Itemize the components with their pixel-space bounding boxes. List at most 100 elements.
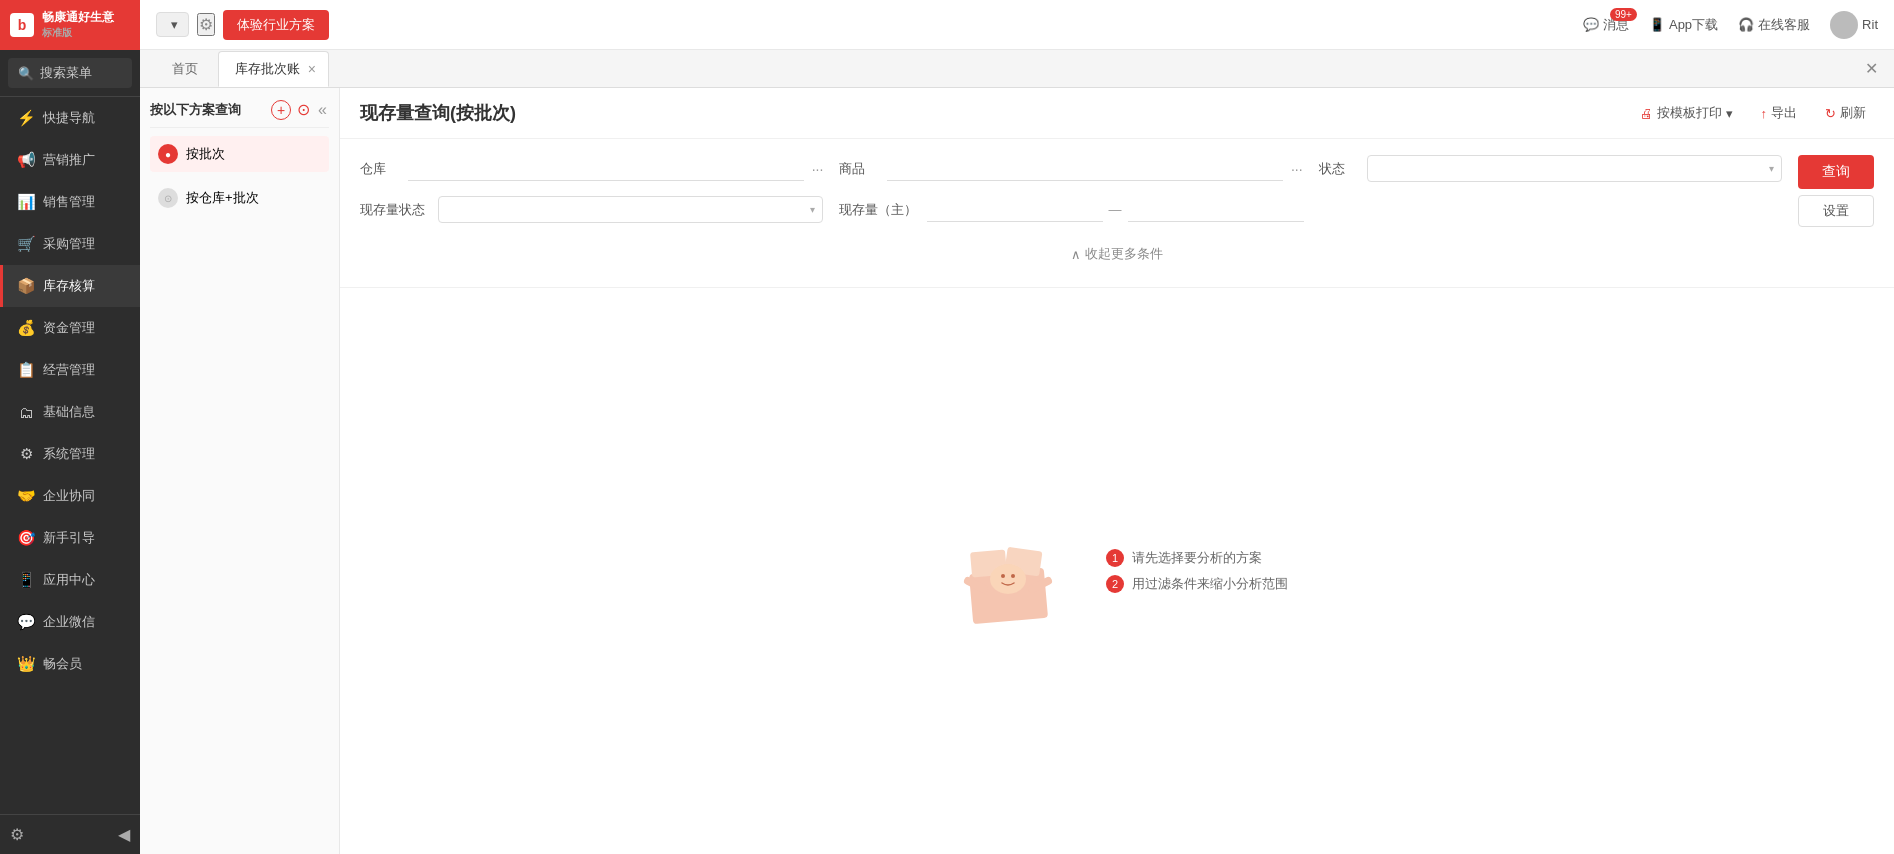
hint-item-1: 1 请先选择要分析的方案	[1106, 549, 1288, 567]
sidebar-item-label: 新手引导	[43, 529, 95, 547]
stock-status-select[interactable]	[438, 196, 823, 223]
export-label: 导出	[1771, 104, 1797, 122]
stock-status-label: 现存量状态	[360, 201, 430, 219]
sidebar-item-operations[interactable]: 📋 经营管理	[0, 349, 140, 391]
collapse-icon: ◀	[118, 826, 130, 843]
sidebar-item-label: 应用中心	[43, 571, 95, 589]
range-input: —	[927, 198, 1304, 222]
app-center-icon: 📱	[17, 571, 35, 589]
page-header-actions: 🖨 按模板打印 ▾ ↑ 导出 ↻ 刷新	[1632, 100, 1875, 126]
sidebar-search-area: 🔍 搜索菜单	[0, 50, 140, 97]
sidebar-item-enterprise[interactable]: 🤝 企业协同	[0, 475, 140, 517]
topbar-settings-button[interactable]: ⚙	[197, 13, 215, 36]
plan-by-batch-icon: ●	[158, 144, 178, 164]
sidebar-item-app-center[interactable]: 📱 应用中心	[0, 559, 140, 601]
sidebar-item-sales[interactable]: 📊 销售管理	[0, 181, 140, 223]
empty-hints: 1 请先选择要分析的方案 2 用过滤条件来缩小分析范围	[1106, 549, 1288, 593]
sidebar-item-purchase[interactable]: 🛒 采购管理	[0, 223, 140, 265]
product-filter: 商品 ···	[839, 157, 1302, 181]
user-name-label: Rit	[1862, 17, 1878, 32]
refresh-icon: ↻	[1825, 106, 1836, 121]
sidebar-item-label: 畅会员	[43, 655, 82, 673]
stock-qty-max-input[interactable]	[1128, 198, 1304, 222]
tab-inventory-batch[interactable]: 库存批次账 ×	[218, 51, 329, 87]
svg-point-4	[1001, 574, 1005, 578]
sidebar-item-quick-nav[interactable]: ⚡ 快捷导航	[0, 97, 140, 139]
operations-icon: 📋	[17, 361, 35, 379]
sidebar-settings-button[interactable]: ⚙	[10, 825, 24, 844]
tab-home[interactable]: 首页	[156, 52, 214, 86]
svg-point-3	[990, 564, 1026, 594]
enterprise-icon: 🤝	[17, 487, 35, 505]
search-menu-button[interactable]: 🔍 搜索菜单	[8, 58, 132, 88]
sidebar-item-label: 企业协同	[43, 487, 95, 505]
tab-close-icon[interactable]: ×	[304, 59, 320, 79]
tabs-bar: 首页 库存批次账 × ✕	[140, 50, 1894, 88]
status-select[interactable]	[1367, 155, 1782, 182]
app-download-item[interactable]: 📱 App下载	[1649, 16, 1718, 34]
refresh-button[interactable]: ↻ 刷新	[1817, 100, 1874, 126]
breadcrumb-dropdown[interactable]: ▾	[156, 12, 189, 37]
stock-qty-min-input[interactable]	[927, 198, 1103, 222]
phone-icon: 📱	[1649, 17, 1665, 32]
sidebar-item-label: 企业微信	[43, 613, 95, 631]
sidebar-item-marketing[interactable]: 📢 营销推广	[0, 139, 140, 181]
sidebar-item-label: 采购管理	[43, 235, 95, 253]
filter-fields: 仓库 ··· 商品 ···	[360, 155, 1782, 237]
online-support-item[interactable]: 🎧 在线客服	[1738, 16, 1810, 34]
plan-item-by-batch[interactable]: ● 按批次	[150, 136, 329, 172]
left-panel-collapse-button[interactable]: «	[316, 99, 329, 121]
collapse-left-icon: «	[318, 101, 327, 118]
plus-icon: +	[277, 102, 285, 118]
close-panel-button[interactable]: ✕	[1865, 59, 1878, 78]
product-input[interactable]	[887, 157, 1283, 181]
sidebar-item-system[interactable]: ⚙ 系统管理	[0, 433, 140, 475]
collapse-more-area[interactable]: ∧ 收起更多条件	[360, 237, 1874, 271]
query-button[interactable]: 查询	[1798, 155, 1874, 189]
online-support-label: 在线客服	[1758, 16, 1810, 34]
sidebar-item-member[interactable]: 👑 畅会员	[0, 643, 140, 685]
left-panel-header: 按以下方案查询 + ⊙ «	[150, 98, 329, 128]
sidebar-footer: ⚙ ◀	[0, 814, 140, 854]
settings-button[interactable]: 设置	[1798, 195, 1874, 227]
wechat-icon: 💬	[17, 613, 35, 631]
tab-active-label: 库存批次账	[235, 60, 300, 78]
main-area: ▾ ⚙ 体验行业方案 💬 消息 99+ 📱 App下载 🎧 在线客服	[140, 0, 1894, 854]
refresh-label: 刷新	[1840, 104, 1866, 122]
sidebar-item-basic[interactable]: 🗂 基础信息	[0, 391, 140, 433]
messages-item[interactable]: 💬 消息 99+	[1583, 16, 1629, 34]
marketing-icon: 📢	[17, 151, 35, 169]
page-content: 按以下方案查询 + ⊙ « ● 按批次 ⊙	[140, 88, 1894, 854]
sidebar-item-newbie[interactable]: 🎯 新手引导	[0, 517, 140, 559]
search-menu-label: 搜索菜单	[40, 64, 92, 82]
filter-area: 仓库 ··· 商品 ···	[340, 139, 1894, 288]
sidebar-item-inventory[interactable]: 📦 库存核算	[0, 265, 140, 307]
add-plan-button[interactable]: +	[271, 100, 291, 120]
sidebar-item-finance[interactable]: 💰 资金管理	[0, 307, 140, 349]
warehouse-input[interactable]	[408, 157, 804, 181]
plan-settings-button[interactable]: ⊙	[295, 98, 312, 121]
print-dropdown-arrow: ▾	[1726, 106, 1733, 121]
hint-text-2: 用过滤条件来缩小分析范围	[1132, 575, 1288, 593]
trial-button[interactable]: 体验行业方案	[223, 10, 329, 40]
stock-status-dropdown-wrap: ▾	[438, 196, 823, 223]
app-download-label: App下载	[1669, 16, 1718, 34]
stock-quantity-label: 现存量（主）	[839, 201, 919, 219]
sidebar-item-label: 销售管理	[43, 193, 95, 211]
user-profile-item[interactable]: Rit	[1830, 11, 1878, 39]
sidebar-item-wechat[interactable]: 💬 企业微信	[0, 601, 140, 643]
topbar-right: 💬 消息 99+ 📱 App下载 🎧 在线客服 Rit	[1583, 11, 1878, 39]
close-icon: ✕	[1865, 60, 1878, 77]
export-button[interactable]: ↑ 导出	[1753, 100, 1806, 126]
collapse-more-label: 收起更多条件	[1085, 245, 1163, 263]
product-more-icon[interactable]: ···	[1291, 161, 1303, 177]
warehouse-more-icon[interactable]: ···	[812, 161, 824, 177]
sidebar-item-label: 系统管理	[43, 445, 95, 463]
sidebar-collapse-button[interactable]: ◀	[118, 825, 130, 844]
finance-icon: 💰	[17, 319, 35, 337]
sidebar-item-label: 快捷导航	[43, 109, 95, 127]
plan-item-by-warehouse-batch[interactable]: ⊙ 按仓库+批次	[150, 180, 329, 216]
print-template-button[interactable]: 🖨 按模板打印 ▾	[1632, 100, 1741, 126]
stock-status-filter: 现存量状态 ▾	[360, 196, 823, 223]
warehouse-filter: 仓库 ···	[360, 157, 823, 181]
